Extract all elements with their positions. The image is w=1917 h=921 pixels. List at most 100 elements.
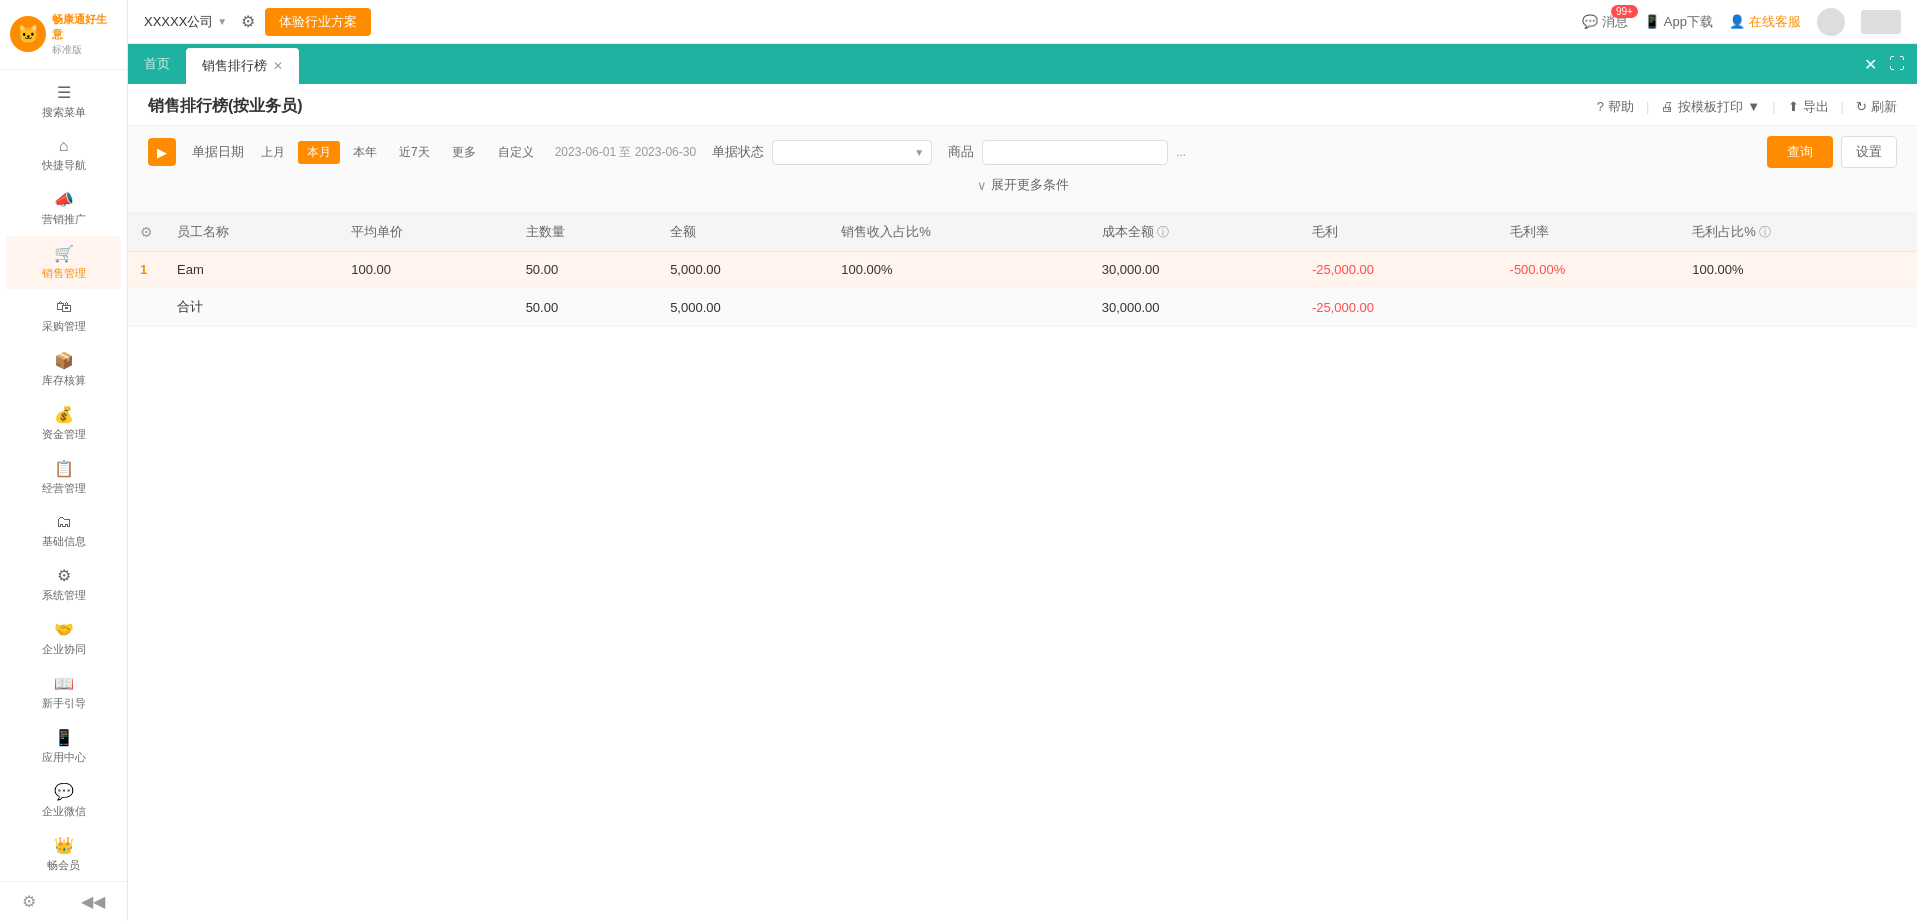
template-print-button[interactable]: 🖨 按模板打印 ▼ xyxy=(1661,98,1760,116)
export-button[interactable]: ⬆ 导出 xyxy=(1788,98,1829,116)
company-selector[interactable]: XXXXX公司 ▼ xyxy=(144,13,227,31)
sidebar-item-marketing[interactable]: 📣 营销推广 xyxy=(6,182,121,235)
cell-gross-rate: -500.00% xyxy=(1498,252,1681,288)
table-body: 1 Eam 100.00 50.00 5,000.00 100.00% 30,0… xyxy=(128,252,1917,288)
goods-input[interactable] xyxy=(982,140,1168,165)
refresh-label: 刷新 xyxy=(1871,98,1897,116)
date-filter: 单据日期 上月 本月 本年 近7天 更多 自定义 2023-06-01 至 20… xyxy=(192,141,696,164)
date-label: 单据日期 xyxy=(192,143,244,161)
tab-close-window-icon[interactable]: ✕ xyxy=(1864,55,1877,74)
date-tab-this-year[interactable]: 本年 xyxy=(344,141,386,164)
tab-expand-icon[interactable]: ⛶ xyxy=(1889,55,1905,73)
footer-main-qty: 50.00 xyxy=(514,288,659,327)
purchase-icon: 🛍 xyxy=(56,298,72,316)
settings-button[interactable]: 设置 xyxy=(1841,136,1897,168)
sidebar-item-finance[interactable]: 💰 资金管理 xyxy=(6,397,121,450)
table-footer: 合计 50.00 5,000.00 30,000.00 -25,000.00 xyxy=(128,288,1917,327)
sidebar-item-sales[interactable]: 🛒 销售管理 xyxy=(6,236,121,289)
sidebar-item-wechat[interactable]: 💬 企业微信 xyxy=(6,774,121,827)
sidebar-nav: ☰ 搜索菜单 ⌂ 快捷导航 📣 营销推广 🛒 销售管理 🛍 采购管理 📦 库存核… xyxy=(0,70,127,881)
tab-sales-rank[interactable]: 销售排行榜 ✕ xyxy=(186,48,299,84)
date-tab-last-month[interactable]: 上月 xyxy=(252,141,294,164)
sidebar: 🐱 畅康通好生意 标准版 ☰ 搜索菜单 ⌂ 快捷导航 📣 营销推广 🛒 销售管理… xyxy=(0,0,128,921)
header-settings-icon[interactable]: ⚙ xyxy=(241,12,255,31)
cost-info-icon[interactable]: ⓘ xyxy=(1157,225,1169,239)
service-label: 在线客服 xyxy=(1749,13,1801,31)
sidebar-item-label: 库存核算 xyxy=(42,373,86,388)
tab-bar-right: ✕ ⛶ xyxy=(1864,55,1917,74)
page-content: 销售排行榜(按业务员) ? 帮助 | 🖨 按模板打印 ▼ | ⬆ 导出 | xyxy=(128,84,1917,921)
column-settings-icon[interactable]: ⚙ xyxy=(140,224,153,240)
message-icon: 💬 xyxy=(1582,14,1598,29)
expand-more-button[interactable]: ∨ 展开更多条件 xyxy=(965,172,1081,198)
filter-area: ▶ 单据日期 上月 本月 本年 近7天 更多 自定义 2023-06-01 至 … xyxy=(128,126,1917,213)
table-row: 1 Eam 100.00 50.00 5,000.00 100.00% 30,0… xyxy=(128,252,1917,288)
expand-row: ∨ 展开更多条件 xyxy=(148,168,1897,202)
app-icon: 📱 xyxy=(1644,14,1660,29)
sidebar-item-collab[interactable]: 🤝 企业协同 xyxy=(6,612,121,665)
th-settings: ⚙ xyxy=(128,213,165,252)
footer-cost-amount: 30,000.00 xyxy=(1090,288,1300,327)
collab-icon: 🤝 xyxy=(54,620,74,639)
sidebar-item-search[interactable]: ☰ 搜索菜单 xyxy=(6,75,121,128)
sidebar-item-label: 畅会员 xyxy=(47,858,80,873)
sidebar-item-base[interactable]: 🗂 基础信息 xyxy=(6,505,121,557)
sidebar-bottom: ⚙ ◀◀ xyxy=(0,881,127,921)
date-tab-7days[interactable]: 近7天 xyxy=(390,141,439,164)
logo-title: 畅康通好生意 xyxy=(52,12,117,43)
divider-3: | xyxy=(1841,99,1844,114)
gross-pct-info-icon[interactable]: ⓘ xyxy=(1759,225,1771,239)
wechat-icon: 💬 xyxy=(54,782,74,801)
sidebar-item-label: 经营管理 xyxy=(42,481,86,496)
sidebar-item-guide[interactable]: 📖 新手引导 xyxy=(6,666,121,719)
th-gross-pct: 毛利占比% ⓘ xyxy=(1680,213,1917,252)
trial-button[interactable]: 体验行业方案 xyxy=(265,8,371,36)
data-table: ⚙ 员工名称 平均单价 主数量 全额 xyxy=(128,213,1917,327)
print-dropdown-icon: ▼ xyxy=(1747,99,1760,114)
status-select[interactable] xyxy=(772,140,932,165)
sidebar-item-member[interactable]: 👑 畅会员 xyxy=(6,828,121,881)
logo-icon: 🐱 xyxy=(10,16,46,52)
sidebar-item-inventory[interactable]: 📦 库存核算 xyxy=(6,343,121,396)
tab-close-icon[interactable]: ✕ xyxy=(273,59,283,73)
cell-rank: 1 xyxy=(128,252,165,288)
refresh-button[interactable]: ↻ 刷新 xyxy=(1856,98,1897,116)
th-avg-price: 平均单价 xyxy=(339,213,513,252)
print-icon: 🖨 xyxy=(1661,99,1674,114)
sidebar-collapse-icon[interactable]: ◀◀ xyxy=(81,892,105,911)
th-sales-pct: 销售收入占比% xyxy=(829,213,1089,252)
message-badge: 99+ xyxy=(1611,5,1638,18)
query-button[interactable]: 查询 xyxy=(1767,136,1833,168)
export-label: 导出 xyxy=(1803,98,1829,116)
sidebar-item-apps[interactable]: 📱 应用中心 xyxy=(6,720,121,773)
tab-sales-rank-label: 销售排行榜 xyxy=(202,57,267,75)
tab-home[interactable]: 首页 xyxy=(128,44,186,84)
sidebar-item-system[interactable]: ⚙ 系统管理 xyxy=(6,558,121,611)
finance-icon: 💰 xyxy=(54,405,74,424)
filter-toggle-button[interactable]: ▶ xyxy=(148,138,176,166)
marketing-icon: 📣 xyxy=(54,190,74,209)
th-amount: 全额 xyxy=(658,213,829,252)
apps-icon: 📱 xyxy=(54,728,74,747)
cell-sales-pct: 100.00% xyxy=(829,252,1089,288)
message-button[interactable]: 💬 消息 99+ xyxy=(1582,13,1628,31)
date-tab-this-month[interactable]: 本月 xyxy=(298,141,340,164)
sidebar-item-label: 应用中心 xyxy=(42,750,86,765)
footer-sales-pct xyxy=(829,288,1089,327)
online-service-button[interactable]: 👤 在线客服 xyxy=(1729,13,1801,31)
date-tab-custom[interactable]: 自定义 xyxy=(489,141,543,164)
user-avatar[interactable] xyxy=(1817,8,1845,36)
sidebar-item-purchase[interactable]: 🛍 采购管理 xyxy=(6,290,121,342)
operation-icon: 📋 xyxy=(54,459,74,478)
tab-home-label: 首页 xyxy=(144,55,170,73)
sidebar-item-operation[interactable]: 📋 经营管理 xyxy=(6,451,121,504)
footer-gross-pct xyxy=(1680,288,1917,327)
goods-more-icon[interactable]: ... xyxy=(1176,145,1186,159)
divider-2: | xyxy=(1772,99,1775,114)
sidebar-item-quick-nav[interactable]: ⌂ 快捷导航 xyxy=(6,129,121,181)
help-button[interactable]: ? 帮助 xyxy=(1597,98,1634,116)
sidebar-settings-icon[interactable]: ⚙ xyxy=(22,892,36,911)
table-header-row: ⚙ 员工名称 平均单价 主数量 全额 xyxy=(128,213,1917,252)
date-tab-more[interactable]: 更多 xyxy=(443,141,485,164)
app-download-button[interactable]: 📱 App下载 xyxy=(1644,13,1713,31)
